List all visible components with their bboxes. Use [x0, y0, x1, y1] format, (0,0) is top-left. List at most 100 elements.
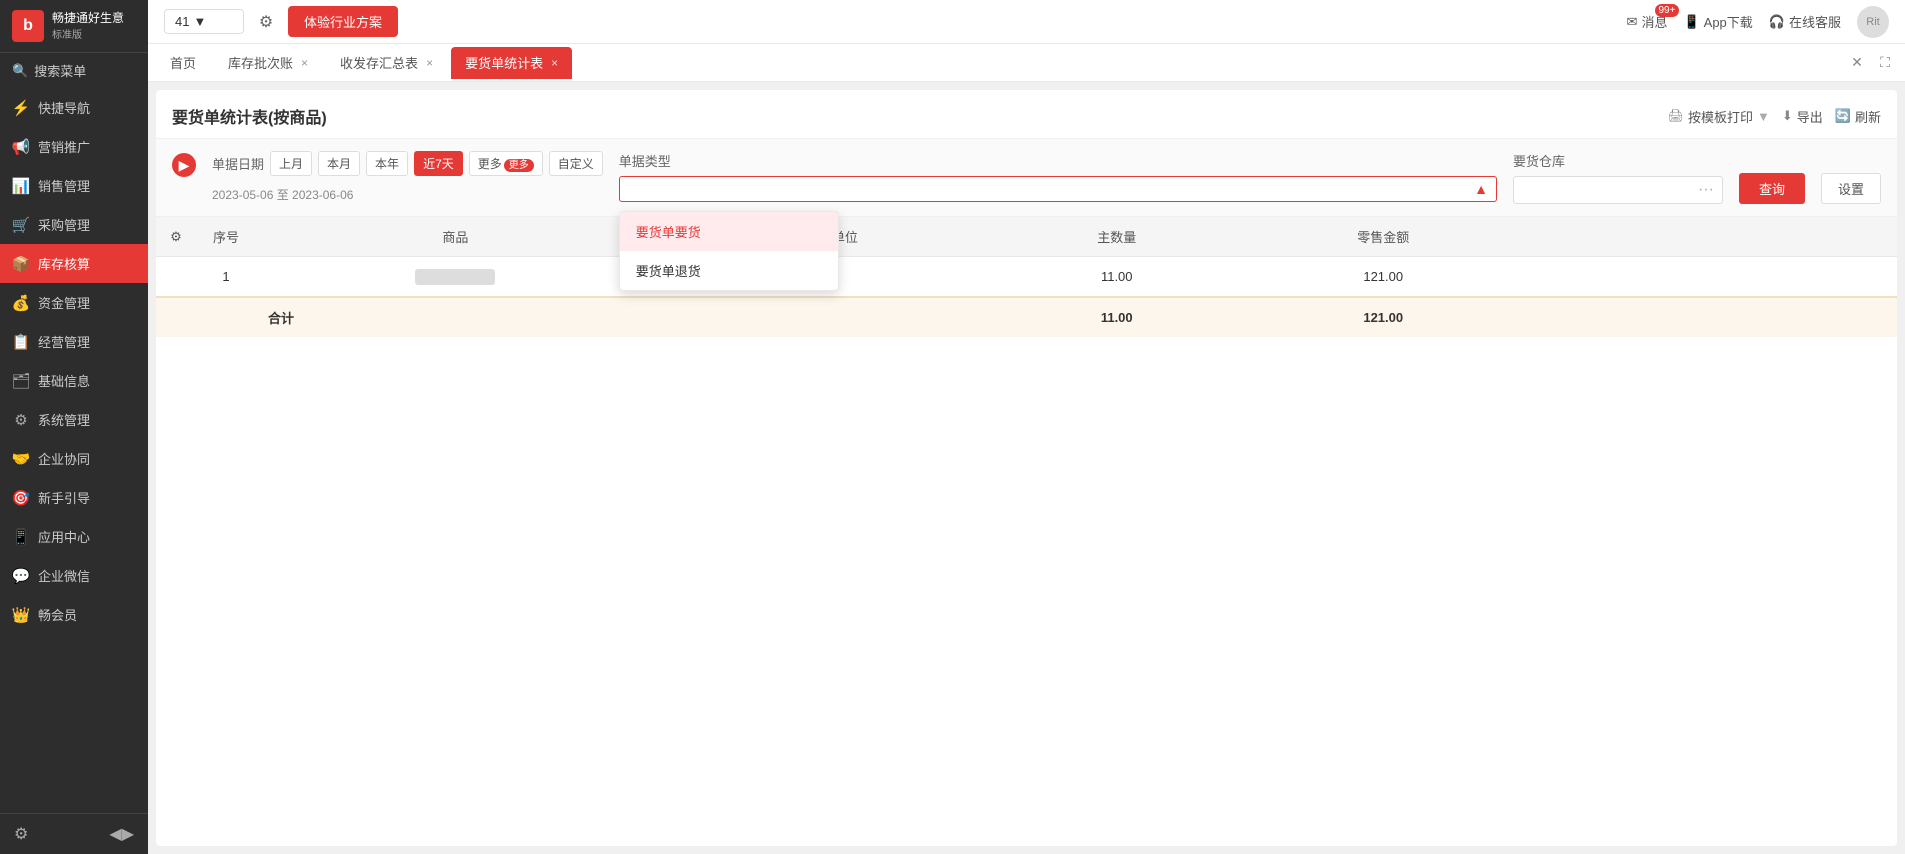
warehouse-filter-input[interactable]: ···	[1513, 176, 1723, 204]
sidebar-item-finance[interactable]: 💰 资金管理	[0, 283, 148, 322]
sidebar-item-wechat[interactable]: 💬 企业微信	[0, 556, 148, 595]
type-input-field[interactable]	[628, 182, 1474, 197]
tab-receipts-summary[interactable]: 收发存汇总表×	[326, 47, 447, 79]
cell-goods	[256, 257, 655, 298]
dropdown-item-order-return[interactable]: 要货单退货	[620, 251, 838, 290]
sidebar-item-base[interactable]: 🗂 基础信息	[0, 361, 148, 400]
date-filter-label: 单据日期	[212, 154, 264, 173]
tab-inventory-batch[interactable]: 库存批次账×	[214, 47, 322, 79]
settings-button[interactable]: 设置	[1821, 173, 1881, 204]
footer-label-cell: 合计	[256, 297, 655, 337]
footer-extra-cells	[1529, 297, 1897, 337]
purchase-icon: 🛒	[12, 216, 30, 234]
export-icon: ⬇	[1782, 108, 1793, 124]
sales-icon: 📊	[12, 177, 30, 195]
sidebar-item-purchase[interactable]: 🛒 采购管理	[0, 205, 148, 244]
more-btn[interactable]: 更多更多	[469, 151, 543, 176]
collapse-icon[interactable]: ◀▶	[109, 824, 134, 844]
messages-badge: 99+	[1655, 4, 1680, 17]
member-icon: 👑	[12, 606, 30, 624]
user-avatar[interactable]: Rit	[1857, 6, 1889, 38]
col-header-goods: 商品	[256, 217, 655, 257]
sidebar-item-quick-nav[interactable]: ⚡ 快捷导航	[0, 88, 148, 127]
this-year-btn[interactable]: 本年	[366, 151, 408, 176]
refresh-button[interactable]: 🔄 刷新	[1835, 107, 1881, 126]
messages-icon: ✉	[1627, 14, 1638, 30]
sidebar-item-label: 基础信息	[38, 371, 90, 390]
sidebar-item-label: 库存核算	[38, 254, 90, 273]
sidebar-item-marketing[interactable]: 📢 营销推广	[0, 127, 148, 166]
sidebar-item-apps[interactable]: 📱 应用中心	[0, 517, 148, 556]
sidebar-item-corp[interactable]: 🤝 企业协同	[0, 439, 148, 478]
sidebar-item-guide[interactable]: 🎯 新手引导	[0, 478, 148, 517]
system-icon: ⚙	[12, 411, 30, 429]
sidebar-item-sales[interactable]: 📊 销售管理	[0, 166, 148, 205]
tab-close-btn[interactable]: ×	[301, 56, 308, 70]
sidebar-search[interactable]: 🔍 搜索菜单	[0, 53, 148, 88]
corp-icon: 🤝	[12, 450, 30, 468]
export-button[interactable]: ⬇ 导出	[1782, 107, 1823, 126]
cell-extra1	[1529, 257, 1621, 298]
tab-expand[interactable]: ⛶	[1873, 51, 1897, 75]
tab-close-btn[interactable]: ×	[551, 56, 558, 70]
date-filter-buttons: 上月 本月 本年 近7天 更多更多 自定义	[270, 151, 603, 176]
query-button[interactable]: 查询	[1739, 173, 1805, 204]
sidebar-item-system[interactable]: ⚙ 系统管理	[0, 400, 148, 439]
col-header-settings[interactable]: ⚙	[156, 217, 196, 257]
warehouse-filter-label: 要货仓库	[1513, 151, 1723, 170]
sidebar-item-operation[interactable]: 📋 经营管理	[0, 322, 148, 361]
print-icon: 🖨	[1667, 108, 1684, 124]
search-icon: 🔍	[12, 63, 28, 79]
data-table: ⚙ 序号 商品 主计量单位 主数量 零售金额	[156, 217, 1897, 337]
main-area: 41 ▼ ⚙ 体验行业方案 ✉ 消息 99+ 📱 App下载 🎧 在线客服 Ri…	[148, 0, 1905, 854]
dropdown-item-order-goods[interactable]: 要货单要货	[620, 212, 838, 251]
custom-btn[interactable]: 自定义	[549, 151, 603, 176]
app-sub: 标准版	[52, 26, 124, 41]
this-month-btn[interactable]: 本月	[318, 151, 360, 176]
type-filter-input[interactable]: ▲	[619, 176, 1497, 202]
topbar-left: 41 ▼ ⚙ 体验行业方案	[164, 6, 1615, 37]
export-label: 导出	[1797, 107, 1823, 126]
cell-extra3	[1713, 257, 1805, 298]
quick-nav-icon: ⚡	[12, 99, 30, 117]
table-container: ⚙ 序号 商品 主计量单位 主数量 零售金额	[156, 217, 1897, 337]
print-dropdown-icon: ▼	[1757, 109, 1770, 124]
goods-blurred	[415, 269, 495, 285]
tab-home[interactable]: 首页	[156, 47, 210, 79]
online-service-action[interactable]: 🎧 在线客服	[1769, 12, 1841, 31]
type-chevron-icon[interactable]: ▲	[1474, 181, 1488, 197]
prev-month-btn[interactable]: 上月	[270, 151, 312, 176]
settings-icon[interactable]: ⚙	[14, 824, 28, 844]
finance-icon: 💰	[12, 294, 30, 312]
sidebar-item-inventory[interactable]: 📦 库存核算	[0, 244, 148, 283]
table-footer-row: 合计 11.00 121.00	[156, 297, 1897, 337]
trial-button[interactable]: 体验行业方案	[288, 6, 398, 37]
last7days-btn[interactable]: 近7天	[414, 151, 463, 176]
col-header-extra1	[1529, 217, 1621, 257]
sidebar-item-member[interactable]: 👑 畅会员	[0, 595, 148, 634]
company-selector[interactable]: 41 ▼	[164, 9, 244, 34]
tab-close-all[interactable]: ✕	[1845, 51, 1869, 75]
guide-icon: 🎯	[12, 489, 30, 507]
app-name: 畅捷通好生意	[52, 11, 124, 27]
warehouse-filter-group: 要货仓库 ···	[1513, 151, 1723, 204]
topbar-gear-icon[interactable]: ⚙	[252, 8, 280, 36]
online-service-label: 在线客服	[1789, 12, 1841, 31]
footer-quantity-cell: 11.00	[996, 297, 1238, 337]
type-filter-label: 单据类型	[619, 151, 1497, 170]
tabs-bar: 首页库存批次账×收发存汇总表×要货单统计表× ✕ ⛶	[148, 44, 1905, 82]
tab-close-btn[interactable]: ×	[426, 56, 433, 70]
filter-expand-button[interactable]: ▶	[172, 153, 196, 177]
more-badge: 更多	[504, 159, 534, 172]
messages-action[interactable]: ✉ 消息 99+	[1627, 12, 1668, 31]
operation-icon: 📋	[12, 333, 30, 351]
warehouse-more-icon[interactable]: ···	[1698, 181, 1714, 199]
topbar: 41 ▼ ⚙ 体验行业方案 ✉ 消息 99+ 📱 App下载 🎧 在线客服 Ri…	[148, 0, 1905, 44]
refresh-label: 刷新	[1855, 107, 1881, 126]
tab-order-stats[interactable]: 要货单统计表×	[451, 47, 572, 79]
topbar-right: ✉ 消息 99+ 📱 App下载 🎧 在线客服 Rit	[1627, 6, 1889, 38]
warehouse-input-field[interactable]	[1522, 183, 1698, 198]
print-button[interactable]: 🖨 按模板打印 ▼	[1667, 107, 1769, 126]
app-download-action[interactable]: 📱 App下载	[1683, 12, 1752, 31]
sidebar-bottom: ⚙ ◀▶	[0, 813, 148, 854]
